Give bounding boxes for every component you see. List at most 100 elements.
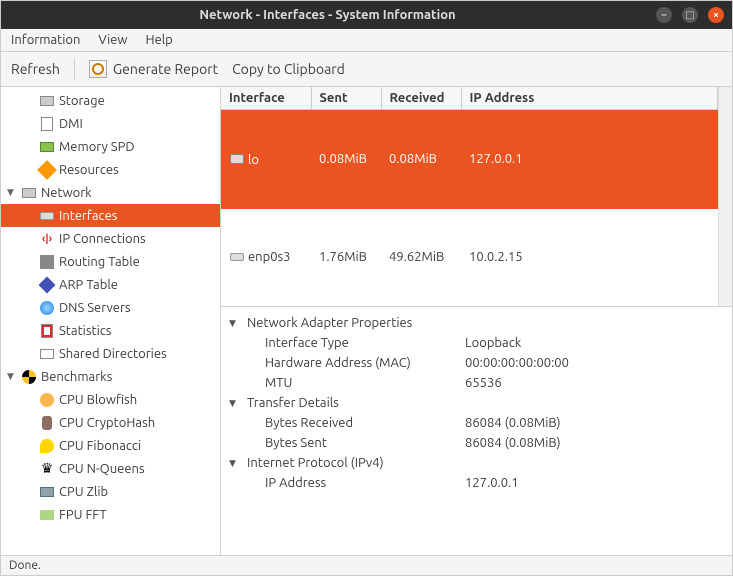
tree-item-cpu-cryptohash[interactable]: CPU CryptoHash xyxy=(1,411,220,434)
maximize-button[interactable]: □ xyxy=(682,7,698,23)
tree-label: Memory SPD xyxy=(59,140,135,154)
menubar: Information View Help xyxy=(1,29,732,52)
prop-interface-type: Interface TypeLoopback xyxy=(225,333,728,353)
benchmarks-icon xyxy=(21,369,37,385)
tree-label: DMI xyxy=(59,117,83,131)
menu-view[interactable]: View xyxy=(98,33,127,47)
cell-sent: 0.08MiB xyxy=(311,110,381,209)
sidebar-tree[interactable]: Storage DMI Memory SPD Resources ▼ Networ… xyxy=(1,87,221,555)
expander-icon[interactable]: ▼ xyxy=(7,187,17,198)
expander-icon[interactable]: ▼ xyxy=(7,371,17,382)
generate-report-label: Generate Report xyxy=(113,61,218,77)
cell-received: 49.62MiB xyxy=(381,209,461,306)
menu-help[interactable]: Help xyxy=(146,33,173,47)
tree-item-cpu-nqueens[interactable]: ♛CPU N-Queens xyxy=(1,457,220,480)
chevron-down-icon[interactable]: ▼ xyxy=(229,318,241,329)
status-bar: Done. xyxy=(1,555,732,575)
chevron-down-icon[interactable]: ▼ xyxy=(229,458,241,469)
prop-key: IP Address xyxy=(265,476,465,490)
close-button[interactable]: × xyxy=(708,7,724,23)
col-received[interactable]: Received xyxy=(381,87,461,110)
zlib-icon xyxy=(39,484,55,500)
tree-item-arp-table[interactable]: ARP Table xyxy=(1,273,220,296)
fibonacci-icon xyxy=(39,438,55,454)
dmi-icon xyxy=(39,116,55,132)
dns-icon xyxy=(39,300,55,316)
copy-to-clipboard-button[interactable]: Copy to Clipboard xyxy=(232,61,345,77)
routing-icon xyxy=(39,254,55,270)
prop-bytes-sent: Bytes Sent86084 (0.08MiB) xyxy=(225,433,728,453)
tree-item-dns-servers[interactable]: DNS Servers xyxy=(1,296,220,319)
tree-label: ARP Table xyxy=(59,278,118,292)
prop-value: 127.0.0.1 xyxy=(465,476,519,490)
tree-label: IP Connections xyxy=(59,232,146,246)
resources-icon xyxy=(39,162,55,178)
window-title: Network - Interfaces - System Informatio… xyxy=(9,8,646,22)
tree-item-cpu-zlib[interactable]: CPU Zlib xyxy=(1,480,220,503)
tree-label: CPU N-Queens xyxy=(59,462,145,476)
prop-value: Loopback xyxy=(465,336,521,350)
tree-label: CPU Blowfish xyxy=(59,393,137,407)
network-icon xyxy=(21,185,37,201)
tree-item-cpu-blowfish[interactable]: CPU Blowfish xyxy=(1,388,220,411)
interfaces-table-wrap: Interface Sent Received IP Address lo 0.… xyxy=(221,87,732,307)
cryptohash-icon xyxy=(39,415,55,431)
tree-item-storage[interactable]: Storage xyxy=(1,89,220,112)
prop-value: 86084 (0.08MiB) xyxy=(465,436,561,450)
tree-item-statistics[interactable]: Statistics xyxy=(1,319,220,342)
tree-label: Network xyxy=(41,186,92,200)
titlebar: Network - Interfaces - System Informatio… xyxy=(1,1,732,29)
cell-interface: lo xyxy=(248,153,259,167)
col-interface[interactable]: Interface xyxy=(221,87,311,110)
toolbar-separator xyxy=(74,58,75,80)
fft-icon xyxy=(39,507,55,523)
storage-icon xyxy=(39,93,55,109)
prop-value: 00:00:00:00:00:00 xyxy=(465,356,569,370)
tree-item-cpu-fibonacci[interactable]: CPU Fibonacci xyxy=(1,434,220,457)
col-ip-address[interactable]: IP Address xyxy=(461,87,718,110)
tree-label: Benchmarks xyxy=(41,370,112,384)
cell-sent: 1.76MiB xyxy=(311,209,381,306)
tree-item-resources[interactable]: Resources xyxy=(1,158,220,181)
tree-item-benchmarks[interactable]: ▼ Benchmarks xyxy=(1,365,220,388)
tree-label: Statistics xyxy=(59,324,111,338)
generate-report-button[interactable]: Generate Report xyxy=(89,60,218,78)
arp-icon xyxy=(39,277,55,293)
vertical-scrollbar[interactable] xyxy=(718,87,732,306)
col-sent[interactable]: Sent xyxy=(311,87,381,110)
tree-label: Storage xyxy=(59,94,105,108)
prop-key: MTU xyxy=(265,376,465,390)
menu-information[interactable]: Information xyxy=(11,33,80,47)
minimize-button[interactable]: – xyxy=(656,7,672,23)
tree-item-network[interactable]: ▼ Network xyxy=(1,181,220,204)
tree-item-memory-spd[interactable]: Memory SPD xyxy=(1,135,220,158)
chevron-down-icon[interactable]: ▼ xyxy=(229,398,241,409)
tree-item-routing-table[interactable]: Routing Table xyxy=(1,250,220,273)
interfaces-icon xyxy=(39,208,55,224)
properties-pane[interactable]: ▼Network Adapter Properties Interface Ty… xyxy=(221,307,732,555)
tree-label: CPU Zlib xyxy=(59,485,108,499)
tree-item-interfaces[interactable]: Interfaces xyxy=(1,204,220,227)
tree-item-shared-directories[interactable]: Shared Directories xyxy=(1,342,220,365)
tree-label: Shared Directories xyxy=(59,347,167,361)
interface-icon xyxy=(229,151,245,167)
report-icon xyxy=(89,60,107,78)
blowfish-icon xyxy=(39,392,55,408)
tree-item-ip-connections[interactable]: ‹|›IP Connections xyxy=(1,227,220,250)
group-ipv4[interactable]: ▼Internet Protocol (IPv4) xyxy=(225,453,728,473)
tree-item-dmi[interactable]: DMI xyxy=(1,112,220,135)
right-pane: Interface Sent Received IP Address lo 0.… xyxy=(221,87,732,555)
prop-key: Bytes Received xyxy=(265,416,465,430)
prop-mac: Hardware Address (MAC)00:00:00:00:00:00 xyxy=(225,353,728,373)
interfaces-table[interactable]: Interface Sent Received IP Address lo 0.… xyxy=(221,87,718,306)
statistics-icon xyxy=(39,323,55,339)
table-row[interactable]: enp0s3 1.76MiB 49.62MiB 10.0.2.15 xyxy=(221,209,718,306)
group-network-adapter-properties[interactable]: ▼Network Adapter Properties xyxy=(225,313,728,333)
group-transfer-details[interactable]: ▼Transfer Details xyxy=(225,393,728,413)
table-row[interactable]: lo 0.08MiB 0.08MiB 127.0.0.1 xyxy=(221,110,718,209)
cell-interface: enp0s3 xyxy=(248,250,291,264)
refresh-button[interactable]: Refresh xyxy=(11,61,60,77)
prop-key: Interface Type xyxy=(265,336,465,350)
prop-key: Hardware Address (MAC) xyxy=(265,356,465,370)
tree-item-fpu-fft[interactable]: FPU FFT xyxy=(1,503,220,526)
